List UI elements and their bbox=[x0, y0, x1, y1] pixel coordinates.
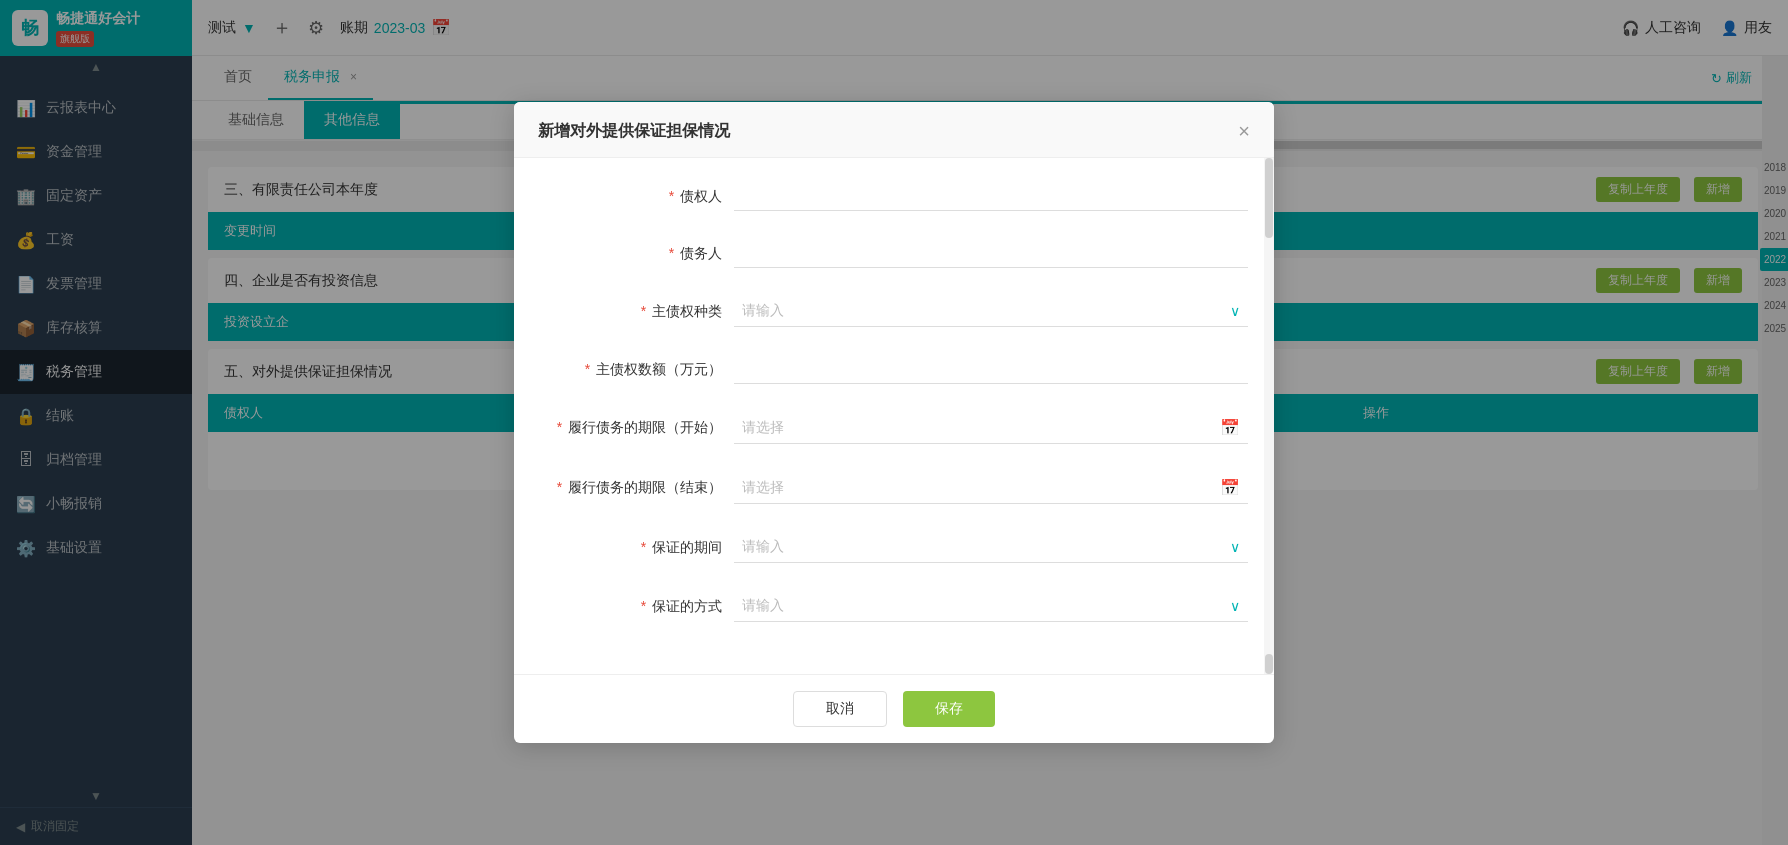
creditor-label: * 债权人 bbox=[554, 188, 734, 206]
guarantee-method-arrow-icon: ∨ bbox=[1230, 598, 1240, 614]
period-start-datepicker[interactable]: 请选择 📅 bbox=[734, 412, 1248, 444]
creditor-input[interactable] bbox=[734, 182, 1248, 211]
form-row-guarantee-method: * 保证的方式 请输入 ∨ bbox=[554, 591, 1248, 622]
guarantee-method-placeholder: 请输入 bbox=[742, 597, 1230, 615]
guarantee-method-select[interactable]: 请输入 ∨ bbox=[734, 591, 1248, 622]
period-end-datepicker[interactable]: 请选择 📅 bbox=[734, 472, 1248, 504]
claim-amount-label: * 主债权数额（万元） bbox=[554, 361, 734, 379]
period-end-placeholder: 请选择 bbox=[742, 479, 1220, 497]
claim-type-label: * 主债权种类 bbox=[554, 303, 734, 321]
modal-close-button[interactable]: × bbox=[1238, 120, 1250, 143]
modal-footer: 取消 保存 bbox=[514, 674, 1274, 743]
period-start-calendar-icon: 📅 bbox=[1220, 418, 1240, 437]
save-button[interactable]: 保存 bbox=[903, 691, 995, 727]
form-row-creditor: * 债权人 bbox=[554, 182, 1248, 211]
guarantee-period-arrow-icon: ∨ bbox=[1230, 539, 1240, 555]
form-row-claim-type: * 主债权种类 请输入 ∨ bbox=[554, 296, 1248, 327]
cancel-button[interactable]: 取消 bbox=[793, 691, 887, 727]
period-start-placeholder: 请选择 bbox=[742, 419, 1220, 437]
claim-type-placeholder: 请输入 bbox=[742, 302, 1230, 320]
debtor-input[interactable] bbox=[734, 239, 1248, 268]
debtor-label: * 债务人 bbox=[554, 245, 734, 263]
modal-overlay[interactable]: 新增对外提供保证担保情况 × * 债权人 * 债务人 bbox=[0, 0, 1788, 845]
guarantee-period-select[interactable]: 请输入 ∨ bbox=[734, 532, 1248, 563]
guarantee-period-label: * 保证的期间 bbox=[554, 539, 734, 557]
guarantee-method-label: * 保证的方式 bbox=[554, 598, 734, 616]
form-row-period-start: * 履行债务的期限（开始） 请选择 📅 bbox=[554, 412, 1248, 444]
modal-header: 新增对外提供保证担保情况 × bbox=[514, 102, 1274, 158]
form-row-guarantee-period: * 保证的期间 请输入 ∨ bbox=[554, 532, 1248, 563]
modal-body: * 债权人 * 债务人 * 主债权种 bbox=[514, 158, 1264, 674]
claim-amount-input[interactable] bbox=[734, 355, 1248, 384]
modal-title: 新增对外提供保证担保情况 bbox=[538, 121, 730, 142]
modal: 新增对外提供保证担保情况 × * 债权人 * 债务人 bbox=[514, 102, 1274, 743]
period-end-calendar-icon: 📅 bbox=[1220, 478, 1240, 497]
guarantee-period-placeholder: 请输入 bbox=[742, 538, 1230, 556]
form-row-period-end: * 履行债务的期限（结束） 请选择 📅 bbox=[554, 472, 1248, 504]
form-row-debtor: * 债务人 bbox=[554, 239, 1248, 268]
modal-scrollbar[interactable] bbox=[1264, 158, 1274, 674]
form-row-claim-amount: * 主债权数额（万元） bbox=[554, 355, 1248, 384]
period-start-label: * 履行债务的期限（开始） bbox=[554, 419, 734, 437]
claim-type-select[interactable]: 请输入 ∨ bbox=[734, 296, 1248, 327]
period-end-label: * 履行债务的期限（结束） bbox=[554, 479, 734, 497]
modal-scrollbar-thumb bbox=[1265, 158, 1273, 238]
claim-type-arrow-icon: ∨ bbox=[1230, 303, 1240, 319]
